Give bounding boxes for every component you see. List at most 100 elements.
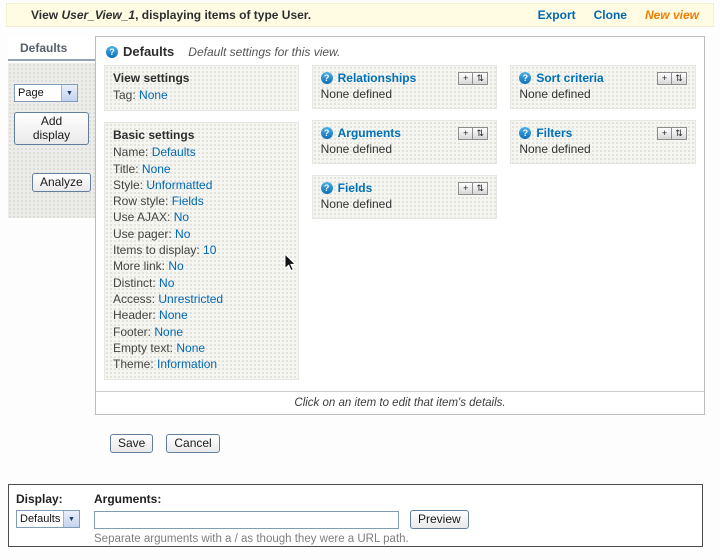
column-middle: ? Relationships + ⇅ None defined ? Argum… — [311, 65, 498, 230]
setting-value-link[interactable]: Fields — [172, 194, 204, 208]
panel-header: ? Defaults Default settings for this vie… — [96, 37, 704, 65]
fields-box: ? Fields + ⇅ None defined — [311, 175, 498, 219]
add-icon[interactable]: + — [657, 71, 672, 85]
view-name: User_View_1 — [61, 8, 136, 22]
setting-label: Title: — [113, 161, 139, 176]
rearrange-icon[interactable]: ⇅ — [473, 181, 489, 195]
add-display-button[interactable]: Add display — [14, 112, 89, 145]
help-icon[interactable]: ? — [320, 72, 333, 84]
live-preview-panel: Display: Defaults ▼ Arguments: Preview S… — [8, 484, 703, 547]
setting-row-row-style: Row style: Fields — [113, 193, 290, 209]
basic-settings-title: Basic settings — [113, 128, 195, 143]
views-ui-page: View User_View_1, displaying items of ty… — [0, 0, 720, 560]
setting-value-link[interactable]: No — [174, 210, 189, 224]
help-icon[interactable]: ? — [320, 182, 333, 194]
display-settings-panel: ? Defaults Default settings for this vie… — [95, 36, 705, 415]
arguments-empty-text: None defined — [320, 142, 393, 156]
arguments-title-link[interactable]: Arguments — [338, 126, 401, 140]
setting-row-empty-text: Empty text: None — [113, 340, 290, 356]
add-icon[interactable]: + — [657, 126, 672, 140]
filters-empty-text: None defined — [519, 142, 591, 156]
setting-value-link[interactable]: 10 — [203, 243, 216, 257]
setting-row-name: Name: Defaults — [113, 144, 290, 160]
export-link[interactable]: Export — [538, 8, 576, 22]
setting-label: Distinct: — [113, 275, 156, 290]
help-icon[interactable]: ? — [106, 45, 118, 58]
arguments-box: ? Arguments + ⇅ None defined — [311, 120, 498, 164]
preview-display-group: Display: Defaults ▼ — [16, 492, 94, 546]
panel-title: Defaults — [123, 44, 175, 59]
cancel-button[interactable]: Cancel — [166, 434, 220, 453]
filters-title-link[interactable]: Filters — [536, 126, 572, 140]
sort-criteria-box: ? Sort criteria + ⇅ None defined — [510, 65, 696, 109]
preview-arguments-label: Arguments: — [94, 492, 162, 506]
preview-button[interactable]: Preview — [410, 510, 469, 529]
tag-label: Tag: — [113, 88, 136, 102]
display-type-select[interactable]: Page ▼ — [14, 84, 78, 102]
analyze-button[interactable]: Analyze — [32, 173, 91, 192]
add-icon[interactable]: + — [458, 71, 474, 85]
filters-box: ? Filters + ⇅ None defined — [510, 120, 696, 164]
rearrange-icon[interactable]: ⇅ — [672, 71, 687, 85]
setting-row-style: Style: Unformatted — [113, 177, 290, 193]
edit-hint-text: Click on an item to edit that item's det… — [96, 391, 704, 415]
add-icon[interactable]: + — [458, 126, 474, 140]
setting-label: Style: — [113, 177, 144, 192]
setting-value-link[interactable]: No — [168, 259, 183, 273]
setting-value-link[interactable]: No — [175, 227, 190, 241]
help-icon[interactable]: ? — [320, 127, 333, 139]
setting-value-link[interactable]: None — [159, 308, 188, 322]
add-icon[interactable]: + — [458, 181, 474, 195]
preview-display-label: Display: — [16, 492, 63, 506]
preview-arguments-input[interactable] — [94, 510, 399, 529]
chevron-down-icon: ▼ — [61, 85, 77, 101]
sort-criteria-empty-text: None defined — [519, 87, 591, 101]
view-settings-title: View settings — [113, 71, 190, 85]
tag-setting-row: Tag: None — [113, 87, 290, 103]
new-view-link[interactable]: New view — [645, 8, 699, 22]
save-button[interactable]: Save — [110, 434, 154, 453]
setting-value-link[interactable]: No — [159, 276, 174, 290]
display-type-select-value: Page — [18, 87, 44, 99]
setting-value-link[interactable]: None — [154, 325, 183, 339]
form-actions: Save Cancel — [110, 434, 220, 453]
help-icon[interactable]: ? — [519, 127, 532, 139]
relationships-box: ? Relationships + ⇅ None defined — [311, 65, 498, 109]
view-settings-box: View settings Tag: None — [104, 65, 299, 112]
setting-row-use-ajax: Use AJAX: No — [113, 209, 290, 225]
sort-criteria-title-link[interactable]: Sort criteria — [536, 71, 603, 85]
view-action-links: Export Clone New view — [538, 8, 699, 22]
view-summary-suffix: , displaying items of type User. — [135, 8, 312, 22]
tag-value-link[interactable]: None — [139, 88, 168, 102]
setting-value-link[interactable]: None — [142, 162, 171, 176]
tab-defaults[interactable]: Defaults — [8, 36, 95, 61]
setting-value-link[interactable]: Unrestricted — [158, 292, 223, 306]
setting-value-link[interactable]: None — [176, 341, 205, 355]
panel-subtitle: Default settings for this view. — [188, 44, 341, 59]
rearrange-icon[interactable]: ⇅ — [473, 71, 489, 85]
setting-row-theme: Theme: Information — [113, 356, 290, 372]
rearrange-icon[interactable]: ⇅ — [672, 126, 687, 140]
clone-link[interactable]: Clone — [594, 8, 627, 22]
setting-value-link[interactable]: Information — [157, 357, 217, 371]
setting-value-link[interactable]: Defaults — [152, 145, 196, 159]
setting-row-title: Title: None — [113, 161, 290, 177]
preview-arguments-group: Arguments: Preview Separate arguments wi… — [94, 492, 694, 546]
setting-label: Theme: — [113, 357, 154, 372]
setting-label: Items to display: — [113, 243, 200, 258]
rearrange-icon[interactable]: ⇅ — [473, 126, 489, 140]
setting-label: Row style: — [113, 194, 169, 209]
setting-label: More link: — [113, 259, 166, 274]
tab-defaults-label: Defaults — [20, 40, 68, 55]
fields-title-link[interactable]: Fields — [338, 181, 373, 195]
setting-row-header: Header: None — [113, 307, 290, 323]
preview-display-select[interactable]: Defaults ▼ — [16, 510, 80, 528]
setting-row-distinct: Distinct: No — [113, 275, 290, 291]
relationships-title-link[interactable]: Relationships — [338, 71, 417, 85]
chevron-down-icon: ▼ — [63, 511, 79, 527]
view-summary-prefix: View — [31, 8, 59, 22]
help-icon[interactable]: ? — [519, 72, 532, 84]
setting-value-link[interactable]: Unformatted — [146, 178, 212, 192]
setting-row-access: Access: Unrestricted — [113, 291, 290, 307]
display-sidebar: Page ▼ Add display Analyze — [8, 63, 95, 218]
